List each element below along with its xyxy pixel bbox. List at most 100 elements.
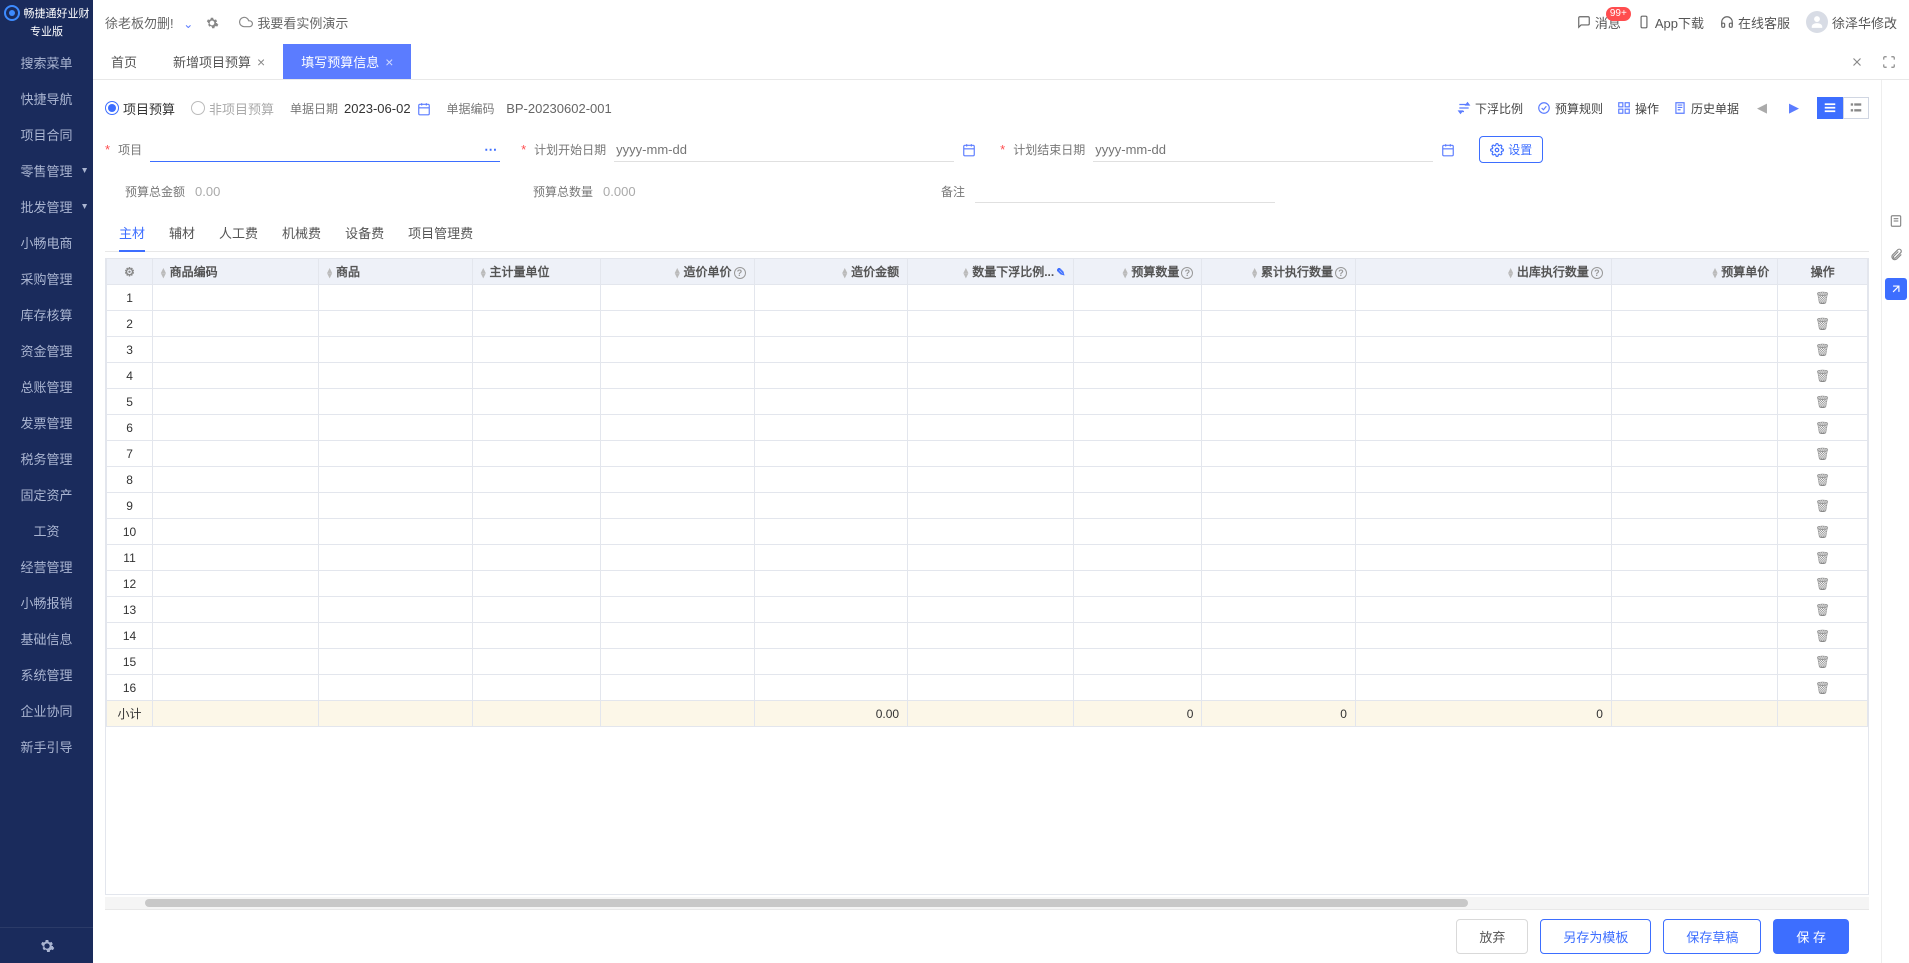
cell[interactable] bbox=[153, 675, 319, 701]
cell[interactable] bbox=[1074, 337, 1202, 363]
row-delete-button[interactable]: 🗑 bbox=[1778, 415, 1868, 441]
cell[interactable] bbox=[908, 311, 1074, 337]
cell[interactable] bbox=[1355, 649, 1611, 675]
cell[interactable] bbox=[319, 623, 473, 649]
row-delete-button[interactable]: 🗑 bbox=[1778, 519, 1868, 545]
table-row[interactable]: 1🗑 bbox=[107, 285, 1868, 311]
cell[interactable] bbox=[1202, 363, 1356, 389]
table-row[interactable]: 3🗑 bbox=[107, 337, 1868, 363]
radio-project-budget[interactable]: 项目预算 bbox=[105, 99, 175, 118]
cell[interactable] bbox=[600, 441, 754, 467]
cell[interactable] bbox=[1355, 493, 1611, 519]
cell[interactable] bbox=[1202, 441, 1356, 467]
history-action[interactable]: 历史单据 bbox=[1673, 100, 1739, 117]
cell[interactable] bbox=[1611, 389, 1777, 415]
cell[interactable] bbox=[319, 675, 473, 701]
cell[interactable] bbox=[600, 467, 754, 493]
save-button[interactable]: 保 存 bbox=[1773, 919, 1849, 954]
table-config-header[interactable]: ⚙ bbox=[107, 259, 153, 285]
cell[interactable] bbox=[1074, 363, 1202, 389]
cell[interactable] bbox=[908, 389, 1074, 415]
cell[interactable] bbox=[1611, 675, 1777, 701]
cell[interactable] bbox=[600, 649, 754, 675]
cell[interactable] bbox=[908, 415, 1074, 441]
cell[interactable] bbox=[1611, 363, 1777, 389]
cell[interactable] bbox=[1611, 649, 1777, 675]
cell[interactable] bbox=[754, 337, 908, 363]
prev-bill-button[interactable]: ◀ bbox=[1753, 100, 1771, 116]
project-input[interactable] bbox=[150, 138, 500, 162]
subtab-4[interactable]: 设备费 bbox=[345, 215, 384, 251]
sidebar-item-12[interactable]: 固定资产 bbox=[0, 476, 93, 512]
sidebar-item-16[interactable]: 基础信息 bbox=[0, 620, 93, 656]
table-row[interactable]: 14🗑 bbox=[107, 623, 1868, 649]
cell[interactable] bbox=[153, 467, 319, 493]
cell[interactable] bbox=[908, 467, 1074, 493]
cell[interactable] bbox=[319, 337, 473, 363]
cell[interactable] bbox=[472, 649, 600, 675]
cell[interactable] bbox=[1074, 285, 1202, 311]
cell[interactable] bbox=[1355, 415, 1611, 441]
cell[interactable] bbox=[472, 363, 600, 389]
row-delete-button[interactable]: 🗑 bbox=[1778, 337, 1868, 363]
cell[interactable] bbox=[600, 519, 754, 545]
cell[interactable] bbox=[1202, 675, 1356, 701]
cell[interactable] bbox=[472, 493, 600, 519]
sidebar-item-11[interactable]: 税务管理 bbox=[0, 440, 93, 476]
cell[interactable] bbox=[754, 545, 908, 571]
cell[interactable] bbox=[600, 285, 754, 311]
calendar-icon[interactable] bbox=[1441, 142, 1455, 158]
cell[interactable] bbox=[1074, 389, 1202, 415]
cell[interactable] bbox=[1074, 441, 1202, 467]
help-icon[interactable]: ? bbox=[1591, 267, 1603, 279]
col-budget-price[interactable]: ▴▾预算单价 bbox=[1611, 259, 1777, 285]
cell[interactable] bbox=[908, 337, 1074, 363]
fullscreen-button[interactable] bbox=[1877, 50, 1901, 74]
sidebar-item-2[interactable]: 项目合同 bbox=[0, 116, 93, 152]
operate-action[interactable]: 操作 bbox=[1617, 100, 1659, 117]
cell[interactable] bbox=[472, 467, 600, 493]
cell[interactable] bbox=[319, 545, 473, 571]
cell[interactable] bbox=[153, 363, 319, 389]
cell[interactable] bbox=[1202, 493, 1356, 519]
cell[interactable] bbox=[1355, 545, 1611, 571]
cell[interactable] bbox=[1202, 623, 1356, 649]
cell[interactable] bbox=[908, 597, 1074, 623]
close-all-tabs-button[interactable] bbox=[1845, 50, 1869, 74]
cell[interactable] bbox=[472, 623, 600, 649]
cell[interactable] bbox=[908, 649, 1074, 675]
cell[interactable] bbox=[153, 311, 319, 337]
cell[interactable] bbox=[319, 467, 473, 493]
demo-link[interactable]: 我要看实例演示 bbox=[239, 13, 348, 32]
help-icon[interactable]: ? bbox=[1181, 267, 1193, 279]
cell[interactable] bbox=[1355, 675, 1611, 701]
help-icon[interactable]: ? bbox=[734, 267, 746, 279]
view-card-button[interactable] bbox=[1843, 97, 1869, 119]
next-bill-button[interactable]: ▶ bbox=[1785, 100, 1803, 116]
row-delete-button[interactable]: 🗑 bbox=[1778, 467, 1868, 493]
col-product-code[interactable]: ▴▾商品编码 bbox=[153, 259, 319, 285]
row-delete-button[interactable]: 🗑 bbox=[1778, 441, 1868, 467]
cell[interactable] bbox=[319, 363, 473, 389]
save-template-button[interactable]: 另存为模板 bbox=[1540, 919, 1651, 954]
cell[interactable] bbox=[600, 493, 754, 519]
cell[interactable] bbox=[153, 337, 319, 363]
cell[interactable] bbox=[754, 493, 908, 519]
plan-start-input[interactable] bbox=[614, 138, 954, 162]
cell[interactable] bbox=[319, 597, 473, 623]
float-ratio-action[interactable]: 下浮比例 bbox=[1457, 100, 1523, 117]
cell[interactable] bbox=[908, 675, 1074, 701]
table-row[interactable]: 10🗑 bbox=[107, 519, 1868, 545]
settings-button[interactable]: 设置 bbox=[1479, 136, 1543, 163]
cell[interactable] bbox=[1355, 285, 1611, 311]
table-row[interactable]: 9🗑 bbox=[107, 493, 1868, 519]
row-delete-button[interactable]: 🗑 bbox=[1778, 675, 1868, 701]
cell[interactable] bbox=[472, 441, 600, 467]
cell[interactable] bbox=[1611, 441, 1777, 467]
sidebar-item-3[interactable]: 零售管理 bbox=[0, 152, 93, 188]
cell[interactable] bbox=[472, 337, 600, 363]
budget-rule-action[interactable]: 预算规则 bbox=[1537, 100, 1603, 117]
col-main-unit[interactable]: ▴▾主计量单位 bbox=[472, 259, 600, 285]
cell[interactable] bbox=[1355, 363, 1611, 389]
table-row[interactable]: 15🗑 bbox=[107, 649, 1868, 675]
